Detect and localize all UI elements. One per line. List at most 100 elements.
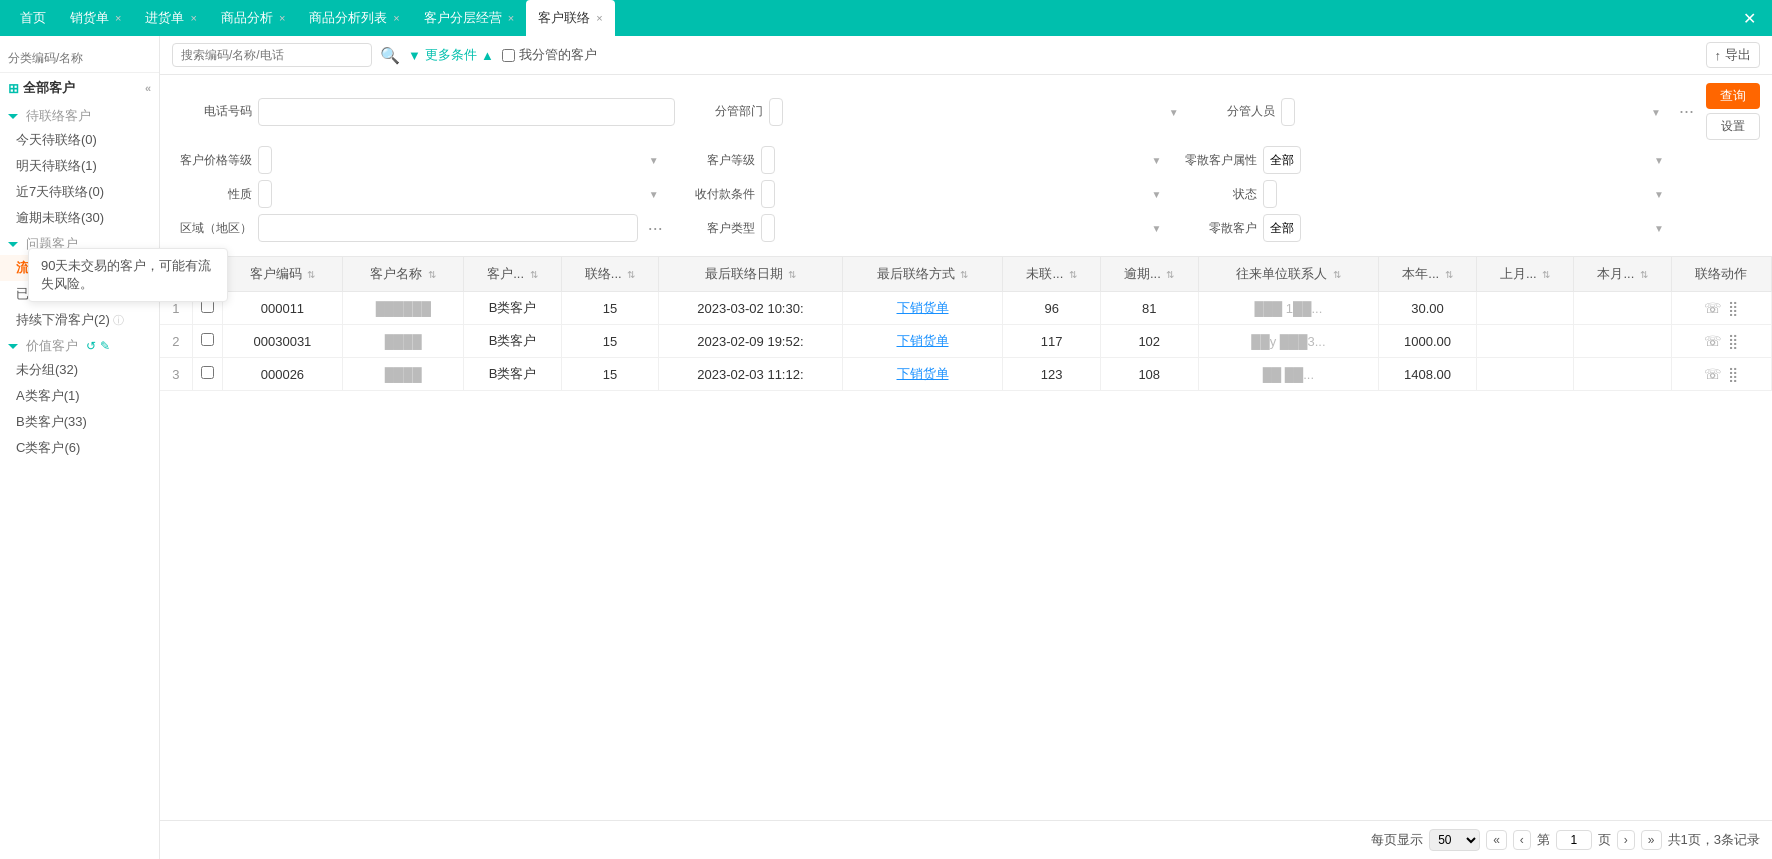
filter-action-buttons: 查询 设置 <box>1706 83 1760 140</box>
column-customer-type[interactable]: 客户... ⇅ <box>464 257 562 292</box>
edit-icon-value[interactable]: ✎ <box>100 339 110 353</box>
row-last-contact-type[interactable]: 下销货单 <box>842 325 1003 358</box>
page-number-input[interactable] <box>1556 830 1592 850</box>
manager-more-button[interactable]: ··· <box>1675 101 1698 122</box>
next-page-button[interactable]: › <box>1617 830 1635 850</box>
tab-customer-contact[interactable]: 客户联络 × <box>526 0 614 36</box>
row-checkbox[interactable] <box>201 333 214 346</box>
tab-sales[interactable]: 销货单 × <box>58 0 133 36</box>
tab-purchase[interactable]: 进货单 × <box>133 0 208 36</box>
phone-label: 电话号码 <box>172 103 252 120</box>
all-customers-item[interactable]: ⊞ 全部客户 « <box>0 73 159 103</box>
customer-level-select[interactable] <box>761 146 775 174</box>
status-select[interactable] <box>1263 180 1277 208</box>
tab-customer-tiering[interactable]: 客户分层经营 × <box>412 0 526 36</box>
row-no-contact-days: 117 <box>1003 325 1101 358</box>
sidebar-item-tomorrow-contact[interactable]: 明天待联络(1) <box>0 153 159 179</box>
close-contact-tab[interactable]: × <box>596 12 602 24</box>
region-more-button[interactable]: ··· <box>644 218 667 239</box>
query-button[interactable]: 查询 <box>1706 83 1760 109</box>
row-code: 000026 <box>222 358 343 391</box>
problem-customer-tooltip: 90天未交易的客户，可能有流失风险。 <box>28 248 160 302</box>
retail-customer-select[interactable]: 全部 <box>1263 214 1301 242</box>
filter-search-button[interactable]: 🔍 <box>380 46 400 65</box>
sidebar-search-area: 🔍 <box>0 44 159 73</box>
tab-product-analysis-list[interactable]: 商品分析列表 × <box>297 0 411 36</box>
sidebar-item-declining[interactable]: 持续下滑客户(2) ⓘ <box>0 307 159 333</box>
export-button[interactable]: ↑ 导出 <box>1706 42 1761 68</box>
filter-search-input[interactable] <box>172 43 372 67</box>
more-conditions-toggle[interactable]: ▼ 更多条件 ▲ <box>408 46 494 64</box>
manager-select[interactable] <box>1281 98 1295 126</box>
column-customer-code[interactable]: 客户编码 ⇅ <box>222 257 343 292</box>
row-contact-icon[interactable]: ☏ <box>1704 300 1722 316</box>
close-sales-tab[interactable]: × <box>115 12 121 24</box>
region-input[interactable] <box>258 214 638 242</box>
column-contact-person[interactable]: 往来单位联系人 ⇅ <box>1198 257 1379 292</box>
row-more-actions-icon[interactable]: ⣿ <box>1728 333 1738 349</box>
retail-attr-select[interactable]: 全部 <box>1263 146 1301 174</box>
payment-select[interactable] <box>761 180 775 208</box>
column-last-contact-type[interactable]: 最后联络方式 ⇅ <box>842 257 1003 292</box>
status-chevron-icon: ▼ <box>1654 189 1664 200</box>
phone-input[interactable] <box>258 98 675 126</box>
row-num: 3 <box>160 358 192 391</box>
filter-price-level: 客户价格等级 ▼ <box>172 146 667 174</box>
close-product-list-tab[interactable]: × <box>393 12 399 24</box>
row-last-contact-type[interactable]: 下销货单 <box>842 292 1003 325</box>
column-last-contact-date[interactable]: 最后联络日期 ⇅ <box>659 257 842 292</box>
row-contact-icon[interactable]: ☏ <box>1704 333 1722 349</box>
prev-page-button[interactable]: ‹ <box>1513 830 1531 850</box>
sidebar-item-class-c[interactable]: C类客户(6) <box>0 435 159 461</box>
sidebar-item-overdue-contact[interactable]: 逾期未联络(30) <box>0 205 159 231</box>
setting-button[interactable]: 设置 <box>1706 113 1760 140</box>
group-value-customers[interactable]: 价值客户 ↺ ✎ <box>0 333 159 357</box>
sidebar-item-ungrouped[interactable]: 未分组(32) <box>0 357 159 383</box>
close-product-analysis-tab[interactable]: × <box>279 12 285 24</box>
my-customers-checkbox-label[interactable]: 我分管的客户 <box>502 46 597 64</box>
my-customers-checkbox[interactable] <box>502 49 515 62</box>
customer-table: ⚙ 客户编码 ⇅ 客户名称 ⇅ <box>160 257 1772 391</box>
column-this-month[interactable]: 本月... ⇅ <box>1574 257 1672 292</box>
row-more-actions-icon[interactable]: ⣿ <box>1728 366 1738 382</box>
first-page-button[interactable]: « <box>1486 830 1507 850</box>
column-overdue-days[interactable]: 逾期... ⇅ <box>1100 257 1198 292</box>
sidebar-search-input[interactable] <box>8 51 158 65</box>
column-this-year[interactable]: 本年... ⇅ <box>1379 257 1477 292</box>
table-row: 2 00030031 ████ B类客户 15 2023-02-09 19:52… <box>160 325 1772 358</box>
page-size-select[interactable]: 50 100 <box>1429 829 1480 851</box>
close-tiering-tab[interactable]: × <box>508 12 514 24</box>
row-more-actions-icon[interactable]: ⣿ <box>1728 300 1738 316</box>
price-level-select[interactable] <box>258 146 272 174</box>
payment-chevron-icon: ▼ <box>1151 189 1161 200</box>
nature-select[interactable] <box>258 180 272 208</box>
row-contact-icon[interactable]: ☏ <box>1704 366 1722 382</box>
row-this-year: 1408.00 <box>1379 358 1477 391</box>
sidebar-item-7days-contact[interactable]: 近7天待联络(0) <box>0 179 159 205</box>
column-contact-days[interactable]: 联络... ⇅ <box>561 257 659 292</box>
table-header-row: ⚙ 客户编码 ⇅ 客户名称 ⇅ <box>160 257 1772 292</box>
row-last-contact-type[interactable]: 下销货单 <box>842 358 1003 391</box>
sidebar-item-class-a[interactable]: A类客户(1) <box>0 383 159 409</box>
row-overdue-days: 102 <box>1100 325 1198 358</box>
total-info: 共1页，3条记录 <box>1668 831 1760 849</box>
tab-home[interactable]: 首页 <box>8 0 58 36</box>
main-layout: 🔍 ⊞ 全部客户 « 待联络客户 今天待联络(0) 明天待联络(1) 近7天待联… <box>0 36 1772 859</box>
customer-type-select[interactable] <box>761 214 775 242</box>
column-no-contact-days[interactable]: 未联... ⇅ <box>1003 257 1101 292</box>
row-overdue-days: 81 <box>1100 292 1198 325</box>
sidebar-item-class-b[interactable]: B类客户(33) <box>0 409 159 435</box>
group-pending-contact[interactable]: 待联络客户 <box>0 103 159 127</box>
sort-icon-name: ⇅ <box>428 269 436 280</box>
dept-select[interactable] <box>769 98 783 126</box>
column-customer-name[interactable]: 客户名称 ⇅ <box>343 257 464 292</box>
sidebar-item-today-contact[interactable]: 今天待联络(0) <box>0 127 159 153</box>
window-close-button[interactable]: ✕ <box>1735 9 1764 28</box>
row-checkbox[interactable] <box>201 366 214 379</box>
column-last-month[interactable]: 上月... ⇅ <box>1476 257 1574 292</box>
refresh-icon-value[interactable]: ↺ <box>86 339 96 353</box>
tab-product-analysis[interactable]: 商品分析 × <box>209 0 297 36</box>
close-purchase-tab[interactable]: × <box>190 12 196 24</box>
last-page-button[interactable]: » <box>1641 830 1662 850</box>
row-contact-person: ██ ██... <box>1198 358 1379 391</box>
